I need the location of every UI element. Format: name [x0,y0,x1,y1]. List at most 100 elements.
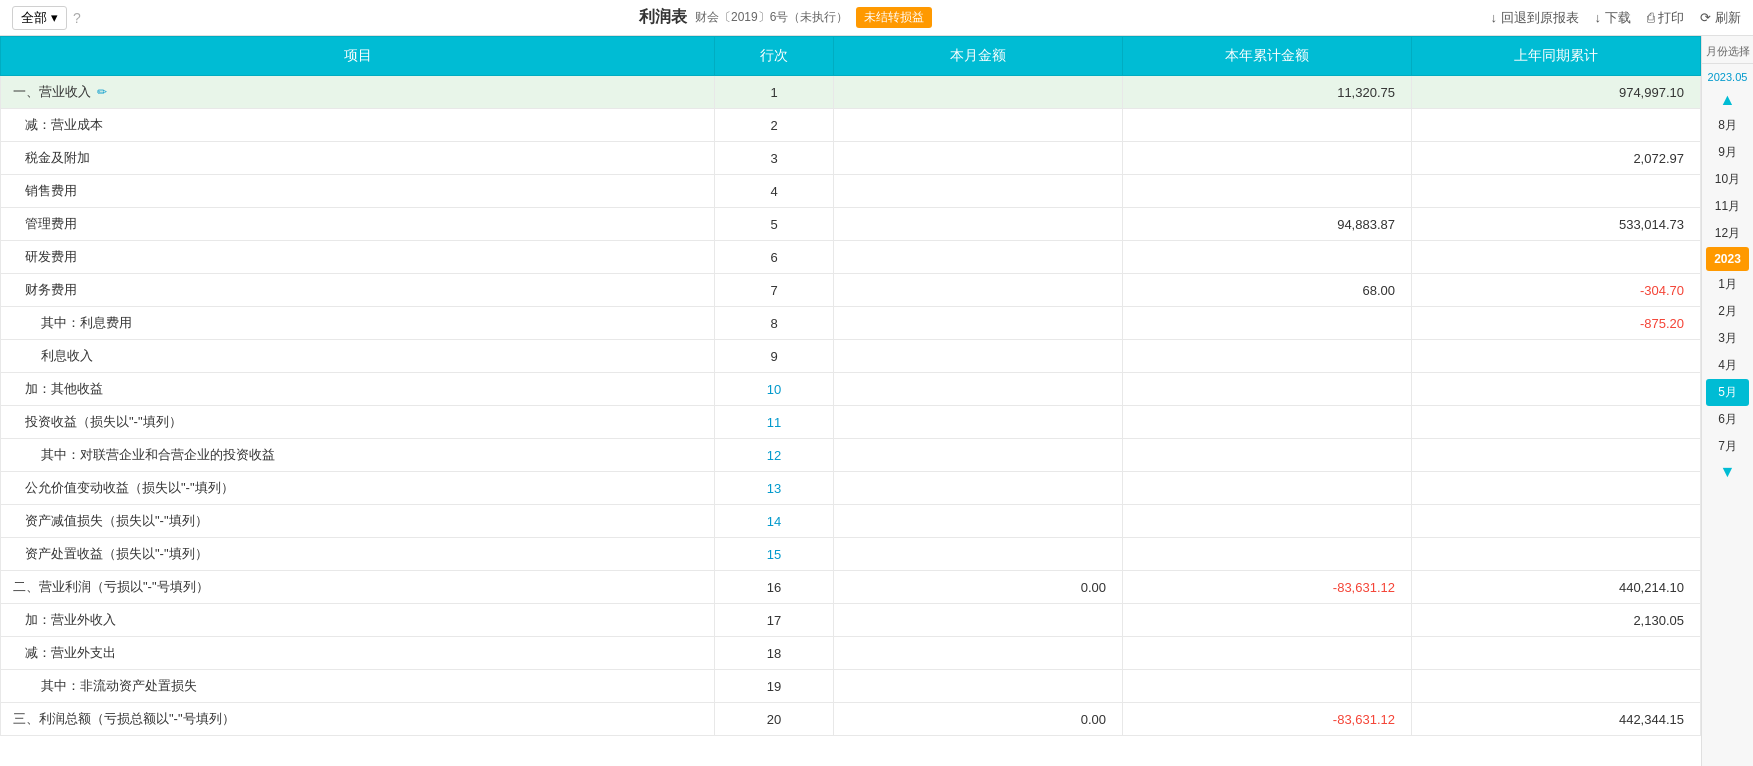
cell-month-amount [834,472,1123,505]
cell-row-num: 17 [715,604,834,637]
scope-label: 全部 [21,9,47,27]
table-row: 其中：利息费用8-875.20 [1,307,1701,340]
cell-row-num[interactable]: 15 [715,538,834,571]
month-item[interactable]: 3月 [1702,325,1753,352]
scope-dropdown[interactable]: 全部 ▾ [12,6,67,30]
cell-month-amount [834,340,1123,373]
status-badge: 未结转损益 [856,7,932,28]
cell-ytd-amount [1123,472,1412,505]
table-row: 减：营业成本2 [1,109,1701,142]
help-icon[interactable]: ? [73,10,81,26]
cell-prev-amount: 533,014.73 [1412,208,1701,241]
scroll-up-arrow[interactable]: ▲ [1702,88,1753,112]
table-area: 项目 行次 本月金额 本年累计金额 上年同期累计 一、营业收入✏111,320.… [0,36,1701,766]
cell-row-num[interactable]: 10 [715,373,834,406]
cell-item: 财务费用 [1,274,715,307]
cell-row-num: 4 [715,175,834,208]
month-item[interactable]: 6月 [1702,406,1753,433]
cell-prev-amount [1412,472,1701,505]
cell-item: 减：营业外支出 [1,637,715,670]
cell-month-amount [834,604,1123,637]
cell-row-num: 1 [715,76,834,109]
cell-ytd-amount [1123,109,1412,142]
cell-month-amount: 0.00 [834,571,1123,604]
cell-prev-amount: -304.70 [1412,274,1701,307]
month-item[interactable]: 5月 [1706,379,1749,406]
cell-row-num[interactable]: 11 [715,406,834,439]
month-item[interactable]: 7月 [1702,433,1753,460]
cell-prev-amount [1412,670,1701,703]
cell-row-num: 8 [715,307,834,340]
cell-prev-amount [1412,373,1701,406]
month-item[interactable]: 4月 [1702,352,1753,379]
cell-item: 研发费用 [1,241,715,274]
scroll-down-arrow[interactable]: ▼ [1702,460,1753,484]
month-item[interactable]: 12月 [1702,220,1753,247]
cell-prev-amount: 440,214.10 [1412,571,1701,604]
month-item[interactable]: 11月 [1702,193,1753,220]
month-item[interactable]: 10月 [1702,166,1753,193]
cell-prev-amount: 2,072.97 [1412,142,1701,175]
cell-row-num: 6 [715,241,834,274]
table-row: 投资收益（损失以"-"填列）11 [1,406,1701,439]
cell-item: 销售费用 [1,175,715,208]
cell-row-num: 16 [715,571,834,604]
cell-month-amount [834,307,1123,340]
back-button[interactable]: ↓ 回退到原报表 [1490,9,1578,27]
month-item[interactable]: 2023 [1706,247,1749,271]
cell-ytd-amount: -83,631.12 [1123,703,1412,736]
profit-table: 项目 行次 本月金额 本年累计金额 上年同期累计 一、营业收入✏111,320.… [0,36,1701,736]
cell-month-amount [834,208,1123,241]
cell-prev-amount [1412,538,1701,571]
cell-month-amount [834,538,1123,571]
cell-item: 三、利润总额（亏损总额以"-"号填列） [1,703,715,736]
refresh-button[interactable]: ⟳ 刷新 [1700,9,1741,27]
cell-month-amount [834,175,1123,208]
cell-ytd-amount [1123,373,1412,406]
cell-row-num: 2 [715,109,834,142]
edit-icon[interactable]: ✏ [97,85,107,99]
cell-item: 一、营业收入✏ [1,76,715,109]
page-subtitle: 财会〔2019〕6号（未执行） [695,9,848,26]
cell-month-amount [834,142,1123,175]
table-row: 研发费用6 [1,241,1701,274]
cell-prev-amount [1412,175,1701,208]
cell-month-amount [834,274,1123,307]
cell-row-num[interactable]: 13 [715,472,834,505]
cell-row-num[interactable]: 14 [715,505,834,538]
cell-item: 加：其他收益 [1,373,715,406]
cell-month-amount [834,241,1123,274]
cell-ytd-amount [1123,670,1412,703]
print-button[interactable]: ⎙ 打印 [1647,9,1685,27]
cell-row-num: 5 [715,208,834,241]
cell-item: 税金及附加 [1,142,715,175]
cell-row-num: 9 [715,340,834,373]
month-year-display: 2023.05 [1702,66,1753,88]
cell-item: 公允价值变动收益（损失以"-"填列） [1,472,715,505]
cell-row-num: 20 [715,703,834,736]
cell-ytd-amount [1123,406,1412,439]
cell-item: 投资收益（损失以"-"填列） [1,406,715,439]
table-row: 资产处置收益（损失以"-"填列）15 [1,538,1701,571]
month-item[interactable]: 9月 [1702,139,1753,166]
table-row: 其中：对联营企业和合营企业的投资收益12 [1,439,1701,472]
cell-ytd-amount [1123,604,1412,637]
cell-ytd-amount [1123,505,1412,538]
month-item[interactable]: 8月 [1702,112,1753,139]
table-row: 管理费用5 94,883.87533,014.73 [1,208,1701,241]
cell-item: 其中：对联营企业和合营企业的投资收益 [1,439,715,472]
cell-ytd-amount: 94,883.87 [1123,208,1412,241]
header-ytd: 本年累计金额 [1123,37,1412,76]
cell-ytd-amount [1123,142,1412,175]
cell-item: 管理费用 [1,208,715,241]
month-item[interactable]: 1月 [1702,271,1753,298]
top-actions: ↓ 回退到原报表 ↓ 下载 ⎙ 打印 ⟳ 刷新 [1490,9,1741,27]
cell-prev-amount: -875.20 [1412,307,1701,340]
cell-prev-amount [1412,340,1701,373]
main-layout: 项目 行次 本月金额 本年累计金额 上年同期累计 一、营业收入✏111,320.… [0,36,1753,766]
cell-row-num[interactable]: 12 [715,439,834,472]
table-row: 三、利润总额（亏损总额以"-"号填列）200.00-83,631.12442,3… [1,703,1701,736]
month-item[interactable]: 2月 [1702,298,1753,325]
cell-month-amount [834,76,1123,109]
download-button[interactable]: ↓ 下载 [1595,9,1631,27]
